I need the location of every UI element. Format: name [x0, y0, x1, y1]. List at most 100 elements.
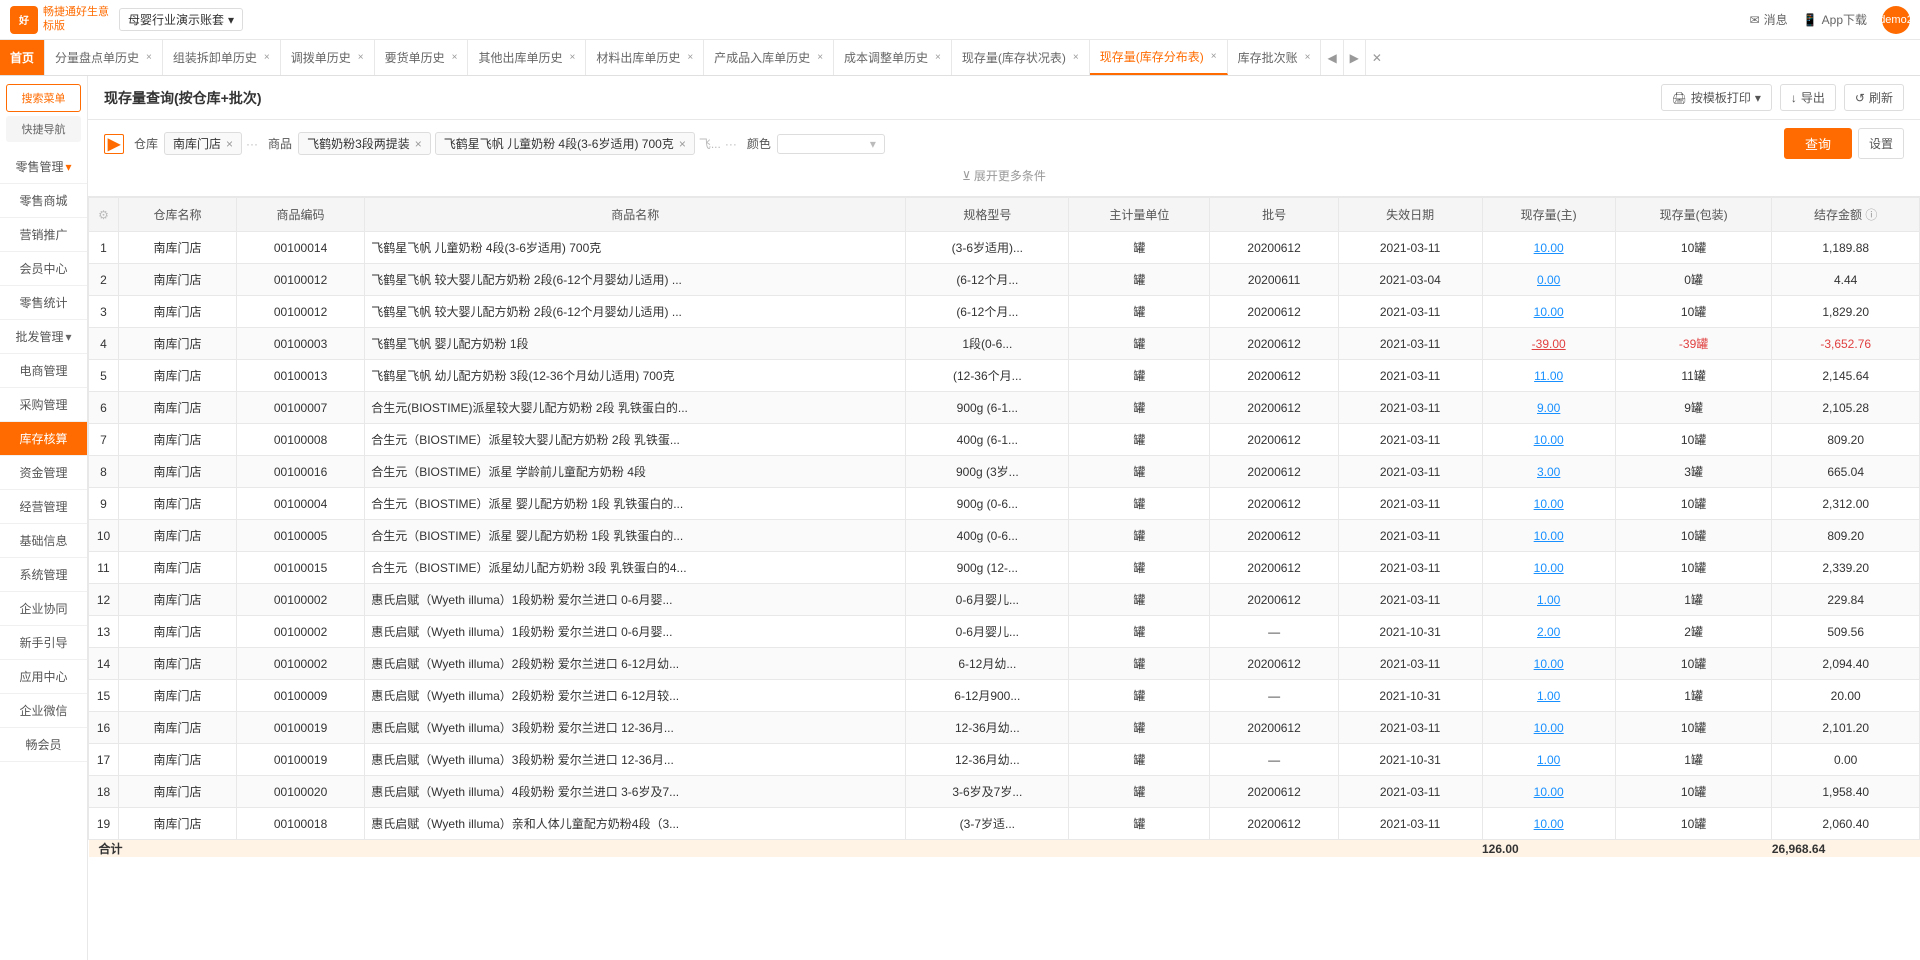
info-icon[interactable]: ⓘ [1865, 208, 1877, 222]
tab-close-all[interactable]: ✕ [1366, 40, 1388, 75]
column-settings-icon[interactable]: ⚙ [98, 208, 109, 222]
tab-3[interactable]: 调拨单历史 × [281, 40, 375, 75]
sidebar-item-retail-mgmt[interactable]: 零售管理 ▾ [0, 150, 87, 184]
tab-11[interactable]: 库存批次账 × [1228, 40, 1322, 75]
row-qty-pkg: 0罐 [1615, 264, 1772, 296]
expand-filter-button[interactable]: ▶ [104, 134, 124, 154]
close-icon[interactable]: × [1211, 51, 1217, 62]
sidebar-item-retail-mall[interactable]: 零售商城 [0, 184, 87, 218]
tab-home[interactable]: 首页 [0, 40, 45, 75]
col-settings[interactable]: ⚙ [89, 198, 119, 232]
tab-2[interactable]: 组装拆卸单历史 × [163, 40, 281, 75]
sidebar-item-finance[interactable]: 资金管理 [0, 456, 87, 490]
row-qty-main[interactable]: 10.00 [1482, 648, 1615, 680]
row-name: 惠氏启赋（Wyeth illuma）2段奶粉 爱尔兰进口 6-12月较... [365, 680, 906, 712]
color-label: 颜色 [747, 135, 771, 152]
row-qty-main[interactable]: 0.00 [1482, 264, 1615, 296]
sidebar-item-enterprise[interactable]: 企业协同 [0, 592, 87, 626]
row-qty-main[interactable]: 10.00 [1482, 488, 1615, 520]
product-filter: 商品 飞鹤奶粉3段两提装 × 飞鹤星飞帆 儿童奶粉 4段(3-6岁适用) 700… [268, 132, 737, 155]
row-qty-main[interactable]: 10.00 [1482, 296, 1615, 328]
sidebar-item-operations[interactable]: 经营管理 [0, 490, 87, 524]
sidebar-item-purchase[interactable]: 采购管理 [0, 388, 87, 422]
row-qty-main[interactable]: 10.00 [1482, 232, 1615, 264]
user-avatar[interactable]: demo2 [1882, 6, 1910, 34]
close-icon[interactable]: × [1073, 52, 1079, 63]
app-download-button[interactable]: 📱 App下载 [1803, 11, 1867, 28]
row-code: 00100016 [236, 456, 364, 488]
product-tag-1[interactable]: 飞鹤奶粉3段两提装 × [298, 132, 431, 155]
product-tag-2[interactable]: 飞鹤星飞帆 儿童奶粉 4段(3-6岁适用) 700克 × [435, 132, 695, 155]
tab-10[interactable]: 现存量(库存分布表) × [1090, 40, 1228, 75]
row-qty-main[interactable]: 10.00 [1482, 552, 1615, 584]
close-icon[interactable]: × [146, 52, 152, 63]
sidebar-item-basic-info[interactable]: 基础信息 [0, 524, 87, 558]
close-icon[interactable]: × [264, 52, 270, 63]
settings-button[interactable]: 设置 [1858, 128, 1904, 159]
query-button[interactable]: 查询 [1784, 128, 1852, 159]
row-qty-main[interactable]: 10.00 [1482, 712, 1615, 744]
more-options-icon[interactable]: ··· [246, 137, 258, 151]
row-amount: 665.04 [1772, 456, 1920, 488]
refresh-button[interactable]: ↺ 刷新 [1844, 84, 1904, 111]
row-qty-main[interactable]: 10.00 [1482, 520, 1615, 552]
color-select[interactable]: ▾ [777, 134, 885, 154]
row-expire: 2021-03-11 [1338, 456, 1482, 488]
sidebar-item-guide[interactable]: 新手引导 [0, 626, 87, 660]
close-icon[interactable]: × [1305, 52, 1311, 63]
tab-7[interactable]: 产成品入库单历史 × [704, 40, 834, 75]
row-name: 合生元（BIOSTIME）派星 婴儿配方奶粉 1段 乳铁蛋白的... [365, 488, 906, 520]
row-spec: 0-6月婴儿... [906, 616, 1069, 648]
print-button[interactable]: 🖨 按模板打印 ▾ [1661, 84, 1772, 111]
remove-product1-icon[interactable]: × [415, 137, 422, 151]
row-qty-main[interactable]: 9.00 [1482, 392, 1615, 424]
remove-product2-icon[interactable]: × [679, 137, 686, 151]
close-icon[interactable]: × [452, 52, 458, 63]
tab-4[interactable]: 要货单历史 × [375, 40, 469, 75]
sidebar-item-system[interactable]: 系统管理 [0, 558, 87, 592]
row-qty-main[interactable]: 10.00 [1482, 424, 1615, 456]
tab-8[interactable]: 成本调整单历史 × [834, 40, 952, 75]
sidebar-item-app-center[interactable]: 应用中心 [0, 660, 87, 694]
sidebar-item-ecommerce[interactable]: 电商管理 [0, 354, 87, 388]
row-name: 惠氏启赋（Wyeth illuma）1段奶粉 爱尔兰进口 0-6月婴... [365, 616, 906, 648]
row-qty-main[interactable]: 10.00 [1482, 808, 1615, 840]
row-qty-main[interactable]: 1.00 [1482, 680, 1615, 712]
row-qty-main[interactable]: 1.00 [1482, 744, 1615, 776]
row-qty-main[interactable]: 2.00 [1482, 616, 1615, 648]
tab-9[interactable]: 现存量(库存状况表) × [952, 40, 1090, 75]
expand-conditions-button[interactable]: ⊻ 展开更多条件 [950, 163, 1058, 188]
more-products-icon[interactable]: ··· [725, 137, 737, 151]
close-icon[interactable]: × [358, 52, 364, 63]
row-qty-main[interactable]: -39.00 [1482, 328, 1615, 360]
close-icon[interactable]: × [935, 52, 941, 63]
tab-5[interactable]: 其他出库单历史 × [468, 40, 586, 75]
tab-6[interactable]: 材料出库单历史 × [586, 40, 704, 75]
sidebar-item-wholesale[interactable]: 批发管理 ▾ [0, 320, 87, 354]
account-dropdown[interactable]: 母婴行业演示账套 ▾ [119, 8, 243, 31]
warehouse-tag[interactable]: 南库门店 × [164, 132, 242, 155]
row-expire: 2021-03-11 [1338, 712, 1482, 744]
sidebar-item-retail-stats[interactable]: 零售统计 [0, 286, 87, 320]
row-qty-main[interactable]: 11.00 [1482, 360, 1615, 392]
sidebar-item-wechat[interactable]: 企业微信 [0, 694, 87, 728]
close-icon[interactable]: × [817, 52, 823, 63]
sidebar-item-member2[interactable]: 畅会员 [0, 728, 87, 762]
tab-scroll-right[interactable]: ▶ [1344, 40, 1366, 75]
message-button[interactable]: ✉ 消息 [1750, 11, 1788, 28]
remove-warehouse-icon[interactable]: × [226, 137, 233, 151]
search-menu-button[interactable]: 搜索菜单 [6, 84, 81, 112]
tab-scroll-left[interactable]: ◀ [1321, 40, 1343, 75]
export-button[interactable]: ↓ 导出 [1780, 84, 1836, 111]
sidebar-item-inventory[interactable]: 库存核算 [0, 422, 87, 456]
tab-1[interactable]: 分量盘点单历史 × [45, 40, 163, 75]
sidebar-item-marketing[interactable]: 营销推广 [0, 218, 87, 252]
quick-nav-button[interactable]: 快捷导航 [6, 116, 81, 142]
row-qty-main[interactable]: 10.00 [1482, 776, 1615, 808]
close-icon[interactable]: × [569, 52, 575, 63]
sidebar-item-member[interactable]: 会员中心 [0, 252, 87, 286]
row-qty-main[interactable]: 3.00 [1482, 456, 1615, 488]
close-icon[interactable]: × [687, 52, 693, 63]
row-qty-main[interactable]: 1.00 [1482, 584, 1615, 616]
table-footer: 合计 126.00 26,968.64 [89, 840, 1920, 858]
